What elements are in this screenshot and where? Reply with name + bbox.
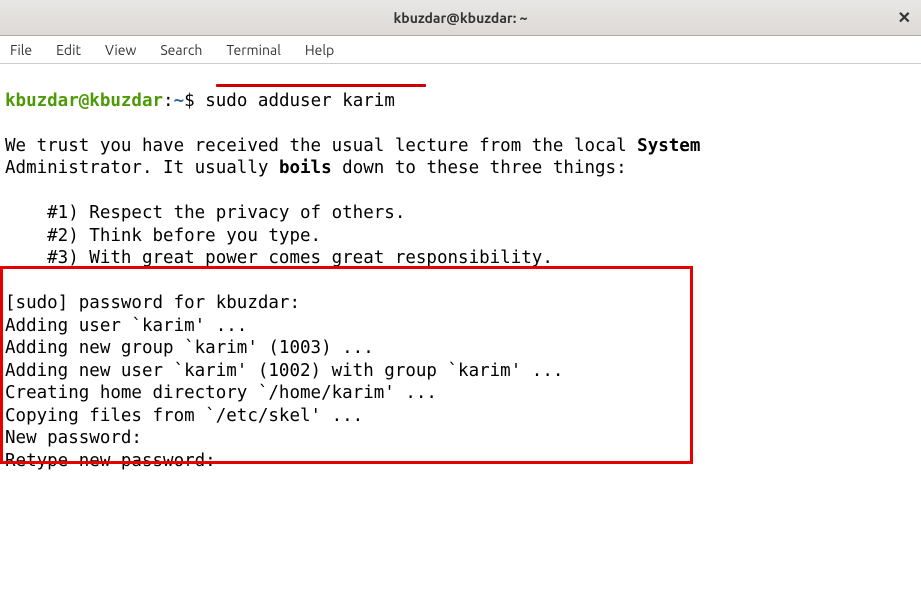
prompt-userhost: kbuzdar@kbuzdar bbox=[5, 91, 163, 111]
lecture-line-1b: System bbox=[637, 136, 700, 156]
prompt-sep: : bbox=[163, 91, 174, 111]
annotation-box bbox=[0, 266, 693, 464]
lecture-line-1a: We trust you have received the usual lec… bbox=[5, 136, 637, 156]
terminal-body[interactable]: kbuzdar@kbuzdar:~$ sudo adduser karim We… bbox=[0, 64, 921, 520]
titlebar: kbuzdar@kbuzdar: ~ ✕ bbox=[0, 0, 921, 36]
prompt-path: ~ bbox=[174, 91, 185, 111]
menu-edit[interactable]: Edit bbox=[56, 42, 81, 58]
lecture-point-2: #2) Think before you type. bbox=[5, 226, 321, 246]
lecture-line-2b: boils bbox=[279, 158, 332, 178]
annotation-underline bbox=[216, 84, 426, 87]
lecture-line-2c: down to these three things: bbox=[332, 158, 627, 178]
menu-help[interactable]: Help bbox=[305, 42, 334, 58]
menu-file[interactable]: File bbox=[10, 42, 32, 58]
prompt-sigil: $ bbox=[184, 91, 195, 111]
lecture-line-2a: Administrator. It usually bbox=[5, 158, 279, 178]
window-title: kbuzdar@kbuzdar: ~ bbox=[393, 10, 527, 26]
menu-terminal[interactable]: Terminal bbox=[226, 42, 281, 58]
menu-view[interactable]: View bbox=[105, 42, 136, 58]
menubar: File Edit View Search Terminal Help bbox=[0, 36, 921, 64]
menu-search[interactable]: Search bbox=[160, 42, 202, 58]
command-text: sudo adduser karim bbox=[195, 91, 395, 111]
lecture-point-3: #3) With great power comes great respons… bbox=[5, 248, 553, 268]
close-icon[interactable]: ✕ bbox=[898, 8, 911, 27]
lecture-point-1: #1) Respect the privacy of others. bbox=[5, 203, 405, 223]
